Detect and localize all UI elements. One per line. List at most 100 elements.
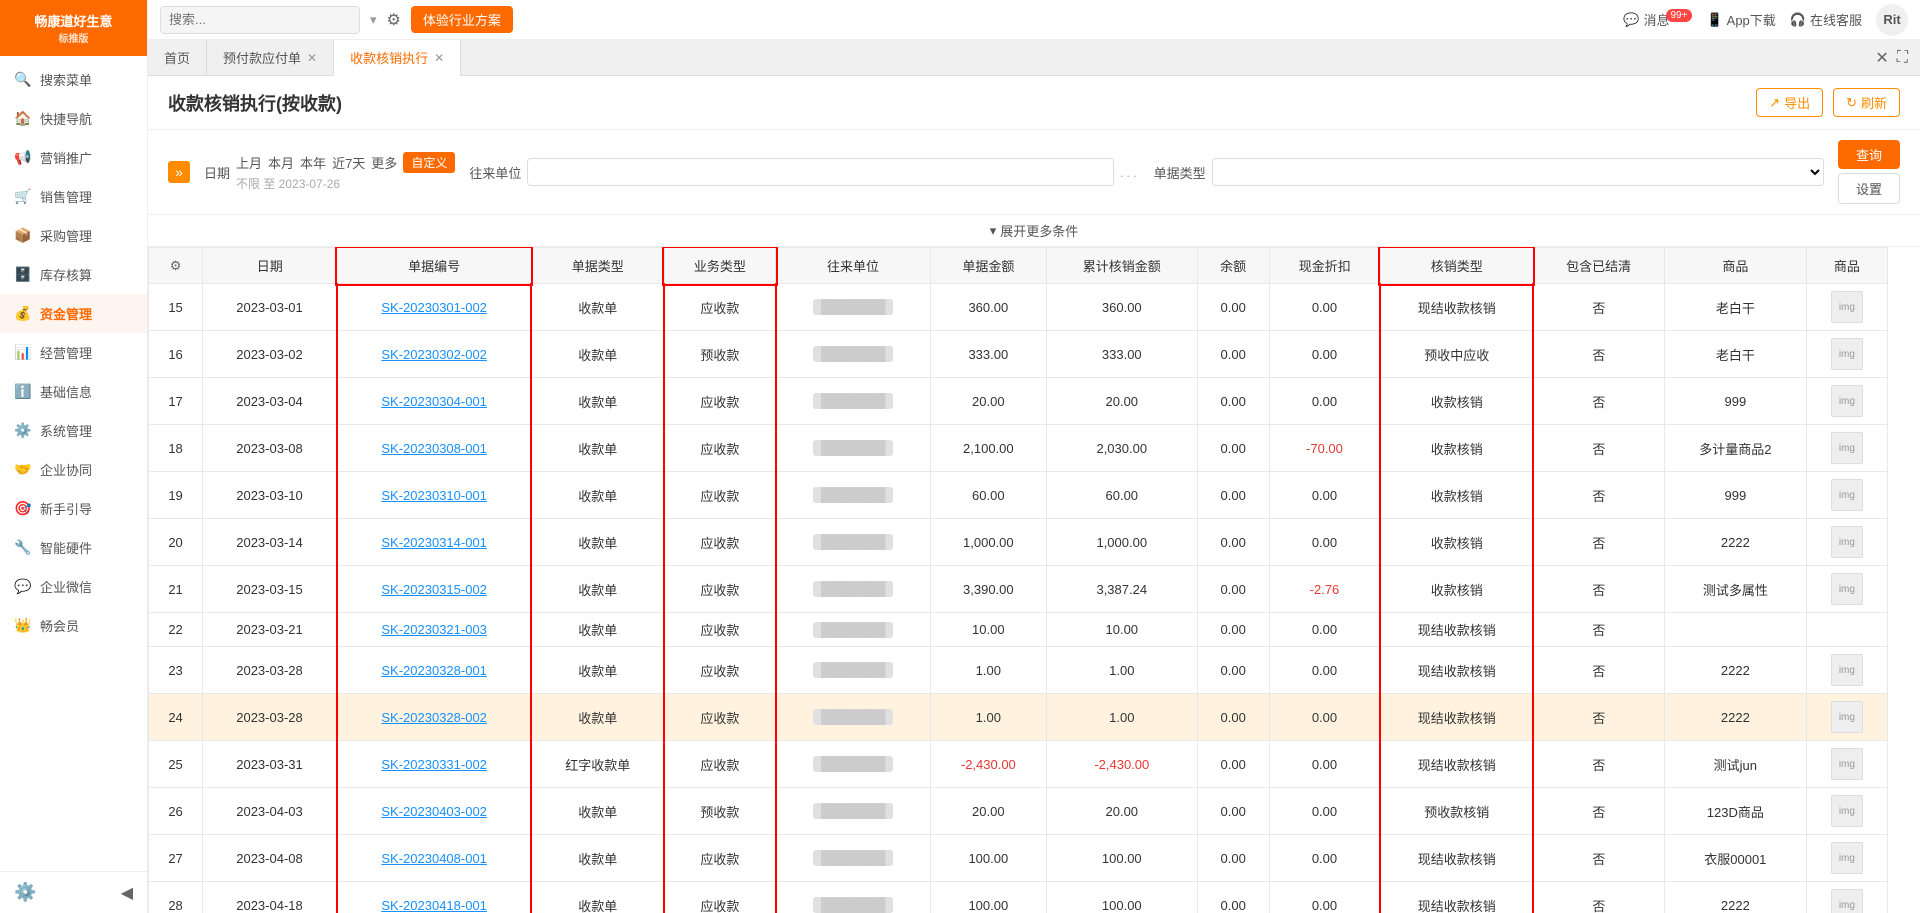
sidebar-item-system[interactable]: ⚙️ 系统管理	[0, 411, 147, 450]
col-header-cumulative: 累计核销金额	[1046, 248, 1197, 284]
partner-input[interactable]	[527, 158, 1113, 186]
cell-include-settled: 否	[1533, 647, 1664, 694]
voucher-no-link[interactable]: SK-20230315-002	[381, 582, 487, 597]
cell-include-settled: 否	[1533, 566, 1664, 613]
cell-goods-image: img	[1806, 472, 1887, 519]
voucher-no-link[interactable]: SK-20230328-001	[381, 663, 487, 678]
table-row: 172023-03-04SK-20230304-001收款单应收款███████…	[149, 378, 1920, 425]
app-download-item[interactable]: 📱 App下载	[1706, 10, 1775, 29]
filter-last7[interactable]: 近7天	[332, 153, 365, 172]
cell-balance: 0.00	[1197, 425, 1269, 472]
sidebar-item-wechat[interactable]: 💬 企业微信	[0, 567, 147, 606]
enterprise-icon: 🤝	[14, 461, 32, 479]
sidebar: 畅康道好生意 标推版 🔍 搜索菜单 🏠 快捷导航 📢 营销推广 🛒 销售管理 📦…	[0, 0, 148, 913]
cell-voucher-no: SK-20230331-002	[337, 741, 532, 788]
settings-icon[interactable]: ⚙️	[14, 882, 36, 903]
cell-voucher-no: SK-20230315-002	[337, 566, 532, 613]
voucher-no-link[interactable]: SK-20230310-001	[381, 488, 487, 503]
table-container[interactable]: ⚙日期单据编号单据类型业务类型往来单位单据金额累计核销金额余额现金折扣核销类型包…	[148, 247, 1920, 913]
filter-toggle-button[interactable]: »	[168, 161, 190, 183]
content-area: 收款核销执行(按收款) ↗ 导出 ↻ 刷新 » 日期	[148, 76, 1920, 913]
sidebar-item-operations[interactable]: 📊 经营管理	[0, 333, 147, 372]
tab-prepayment[interactable]: 预付款应付单✕	[207, 40, 334, 76]
sidebar-item-enterprise[interactable]: 🤝 企业协同	[0, 450, 147, 489]
cell-date: 2023-04-03	[203, 788, 337, 835]
filter-bar: » 日期 上月 本月 本年 近7天 更多 自定义 不限 至 2023-07-26	[148, 130, 1920, 215]
search-chevron-icon[interactable]: ▾	[370, 12, 377, 28]
voucher-no-link[interactable]: SK-20230418-001	[381, 898, 487, 913]
filter-last-month[interactable]: 上月	[236, 153, 262, 172]
export-button[interactable]: ↗ 导出	[1756, 88, 1823, 117]
cell-partner: ███████	[776, 613, 931, 647]
sidebar-item-marketing[interactable]: 📢 营销推广	[0, 138, 147, 177]
query-button[interactable]: 查询	[1838, 140, 1900, 169]
cell-verify-type: 现结收款核销	[1380, 694, 1533, 741]
cell-goods: 2222	[1664, 519, 1806, 566]
table-row: 192023-03-10SK-20230310-001收款单应收款███████…	[149, 472, 1920, 519]
cell-date: 2023-04-08	[203, 835, 337, 882]
filter-this-year[interactable]: 本年	[300, 153, 326, 172]
col-header-gear[interactable]: ⚙	[149, 248, 203, 284]
main-area: ▾ ⚙ 体验行业方案 💬 消息 99+ 📱 App下载 🎧 在线客服 Rit 首…	[148, 0, 1920, 913]
cell-cash-discount: 0.00	[1269, 284, 1380, 331]
cell-no: 27	[149, 835, 203, 882]
sidebar-item-basic[interactable]: ℹ️ 基础信息	[0, 372, 147, 411]
industry-btn[interactable]: 体验行业方案	[411, 6, 513, 33]
sidebar-item-hardware[interactable]: 🔧 智能硬件	[0, 528, 147, 567]
cell-goods: 2222	[1664, 694, 1806, 741]
settings-gear-icon[interactable]: ⚙	[387, 10, 401, 30]
collapse-icon[interactable]: ◀	[121, 883, 133, 903]
cell-goods: 2222	[1664, 647, 1806, 694]
partner-dots[interactable]: ...	[1120, 165, 1140, 180]
sidebar-item-search[interactable]: 🔍 搜索菜单	[0, 60, 147, 99]
search-input[interactable]	[160, 6, 360, 34]
voucher-no-link[interactable]: SK-20230408-001	[381, 851, 487, 866]
cell-voucher-no: SK-20230321-003	[337, 613, 532, 647]
cell-amount: 100.00	[930, 835, 1046, 882]
partner-blurred: ███████	[813, 581, 893, 597]
voucher-no-link[interactable]: SK-20230403-002	[381, 804, 487, 819]
messages-item[interactable]: 💬 消息 99+	[1623, 10, 1692, 29]
voucher-no-link[interactable]: SK-20230321-003	[381, 622, 487, 637]
cell-include-settled: 否	[1533, 284, 1664, 331]
filter-custom-button[interactable]: 自定义	[403, 152, 455, 173]
cell-biz-type: 预收款	[664, 331, 775, 378]
sidebar-item-inventory[interactable]: 🗄️ 库存核算	[0, 255, 147, 294]
tab-expand-icon[interactable]: ⛶	[1897, 49, 1908, 67]
refresh-button[interactable]: ↻ 刷新	[1833, 88, 1900, 117]
tab-close-receipt-verify[interactable]: ✕	[434, 51, 444, 65]
sidebar-item-finance[interactable]: 💰 资金管理	[0, 294, 147, 333]
cell-partner: ███████	[776, 788, 931, 835]
filter-more[interactable]: 更多	[371, 153, 397, 172]
voucher-no-link[interactable]: SK-20230314-001	[381, 535, 487, 550]
voucher-no-link[interactable]: SK-20230308-001	[381, 441, 487, 456]
user-avatar-item[interactable]: Rit	[1876, 4, 1908, 36]
partner-blurred: ███████	[813, 662, 893, 678]
cell-balance: 0.00	[1197, 613, 1269, 647]
app-download-label: App下载	[1727, 10, 1776, 29]
cell-cash-discount: 0.00	[1269, 519, 1380, 566]
voucher-no-link[interactable]: SK-20230328-002	[381, 710, 487, 725]
sidebar-item-vip[interactable]: 👑 畅会员	[0, 606, 147, 645]
voucher-no-link[interactable]: SK-20230304-001	[381, 394, 487, 409]
hardware-icon: 🔧	[14, 539, 32, 557]
tab-home[interactable]: 首页	[148, 40, 207, 76]
tab-close-prepayment[interactable]: ✕	[307, 51, 317, 65]
tab-close-all-icon[interactable]: ✕	[1875, 48, 1888, 68]
sidebar-item-guide[interactable]: 🎯 新手引导	[0, 489, 147, 528]
filter-settings-button[interactable]: 设置	[1838, 173, 1900, 204]
sidebar-item-sales[interactable]: 🛒 销售管理	[0, 177, 147, 216]
online-service-item[interactable]: 🎧 在线客服	[1790, 10, 1862, 29]
filter-date-range: 不限 至 2023-07-26	[236, 175, 455, 192]
cell-partner: ███████	[776, 694, 931, 741]
sidebar-item-purchase[interactable]: 📦 采购管理	[0, 216, 147, 255]
tab-receipt-verify[interactable]: 收款核销执行✕	[334, 40, 461, 76]
voucher-no-link[interactable]: SK-20230302-002	[381, 347, 487, 362]
voucher-no-link[interactable]: SK-20230301-002	[381, 300, 487, 315]
filter-expand[interactable]: ▾ 展开更多条件	[148, 215, 1920, 247]
cell-biz-type: 应收款	[664, 284, 775, 331]
voucher-no-link[interactable]: SK-20230331-002	[381, 757, 487, 772]
filter-this-month[interactable]: 本月	[268, 153, 294, 172]
voucher-type-select[interactable]	[1212, 158, 1824, 186]
sidebar-item-quicknav[interactable]: 🏠 快捷导航	[0, 99, 147, 138]
